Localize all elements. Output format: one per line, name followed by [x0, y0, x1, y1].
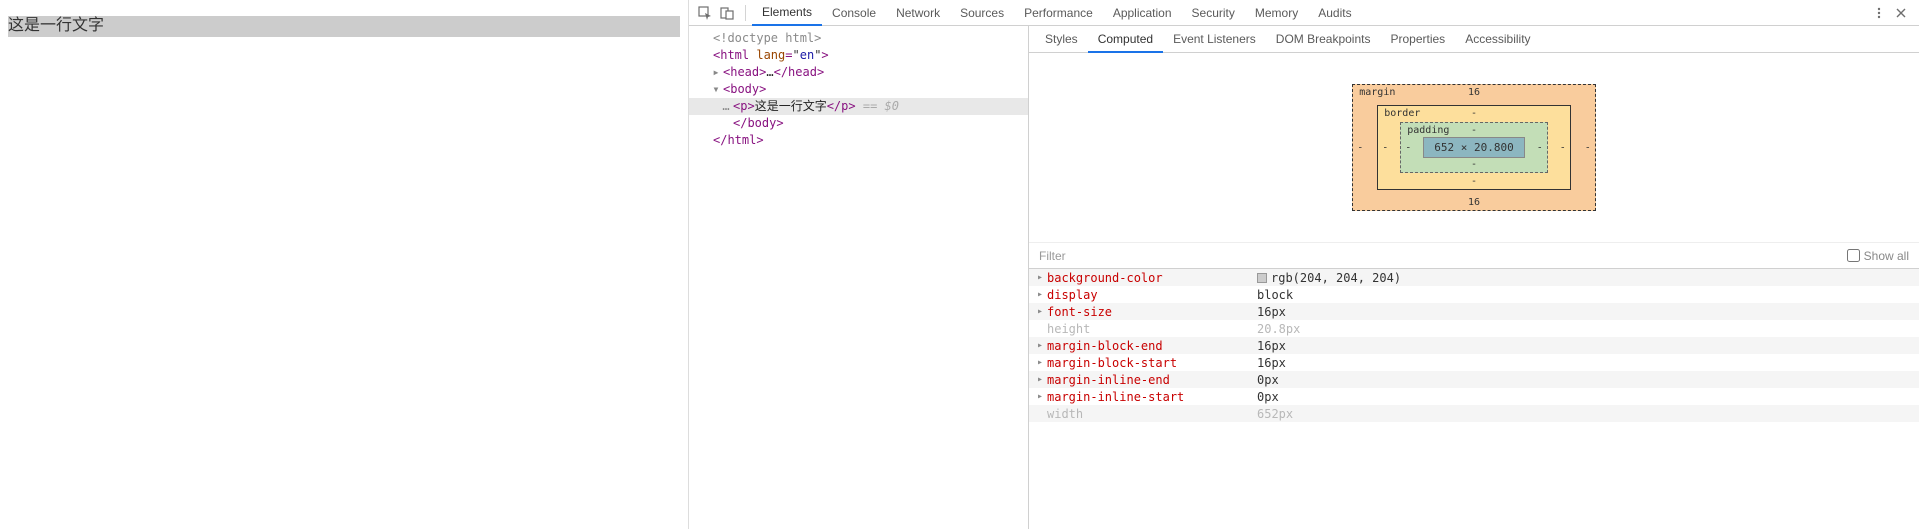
dom-line: </html>: [689, 132, 1028, 149]
property-name: background-color: [1047, 271, 1257, 285]
dom-tree-panel[interactable]: <!doctype html> <html lang="en"> ▸<head>…: [689, 26, 1029, 529]
tab-elements[interactable]: Elements: [752, 0, 822, 26]
expand-triangle-icon[interactable]: ▸: [1037, 272, 1047, 283]
property-value: 16px: [1257, 305, 1911, 319]
device-toolbar-icon[interactable]: [717, 3, 737, 23]
tab-memory[interactable]: Memory: [1245, 0, 1308, 26]
expand-triangle-icon[interactable]: ▸: [1037, 357, 1047, 368]
property-name: display: [1047, 288, 1257, 302]
show-all-checkbox[interactable]: [1847, 249, 1860, 262]
tab-application[interactable]: Application: [1103, 0, 1182, 26]
close-icon[interactable]: [1891, 3, 1911, 23]
tab-sources[interactable]: Sources: [950, 0, 1014, 26]
property-name: margin-block-start: [1047, 356, 1257, 370]
property-value: 16px: [1257, 356, 1911, 370]
box-model-content: 652 × 20.800: [1423, 137, 1524, 158]
computed-property-row[interactable]: ▸margin-inline-start0px: [1029, 388, 1919, 405]
property-name: margin-inline-start: [1047, 390, 1257, 404]
computed-property-row[interactable]: ▸margin-block-start16px: [1029, 354, 1919, 371]
styles-sidebar: Styles Computed Event Listeners DOM Brea…: [1029, 26, 1919, 529]
box-model-margin-label: margin: [1359, 87, 1395, 98]
computed-property-row[interactable]: height20.8px: [1029, 320, 1919, 337]
computed-properties-list[interactable]: ▸background-colorrgb(204, 204, 204)▸disp…: [1029, 269, 1919, 529]
tab-security[interactable]: Security: [1182, 0, 1245, 26]
expand-triangle-icon[interactable]: ▸: [1037, 374, 1047, 385]
toolbar-separator: [745, 5, 746, 21]
dom-line: <html lang="en">: [689, 47, 1028, 64]
rendered-page: 这是一行文字: [0, 0, 688, 529]
kebab-menu-icon[interactable]: [1869, 3, 1889, 23]
devtools-panel: Elements Console Network Sources Perform…: [688, 0, 1919, 529]
devtools-toolbar: Elements Console Network Sources Perform…: [689, 0, 1919, 26]
filter-input[interactable]: Filter: [1039, 249, 1066, 263]
styles-tab-accessibility[interactable]: Accessibility: [1455, 26, 1540, 53]
styles-tab-dom-breakpoints[interactable]: DOM Breakpoints: [1266, 26, 1381, 53]
box-model-diagram[interactable]: margin 16 16 - - border - - - - padding …: [1029, 53, 1919, 243]
tab-audits[interactable]: Audits: [1308, 0, 1361, 26]
styles-tab-computed[interactable]: Computed: [1088, 26, 1163, 53]
property-value: 20.8px: [1257, 322, 1911, 336]
styles-tabs: Styles Computed Event Listeners DOM Brea…: [1029, 26, 1919, 53]
dom-line-selected[interactable]: …<p>这是一行文字</p> == $0: [689, 98, 1028, 115]
box-model-border-label: border: [1384, 108, 1420, 119]
dom-line: ▾<body>: [689, 81, 1028, 98]
property-name: margin-inline-end: [1047, 373, 1257, 387]
property-value: 652px: [1257, 407, 1911, 421]
computed-property-row[interactable]: ▸margin-inline-end0px: [1029, 371, 1919, 388]
tab-network[interactable]: Network: [886, 0, 950, 26]
box-model-padding-label: padding: [1407, 125, 1449, 136]
dom-line: </body>: [689, 115, 1028, 132]
sample-paragraph[interactable]: 这是一行文字: [8, 16, 680, 37]
dom-line: <!doctype html>: [689, 30, 1028, 47]
property-value: 16px: [1257, 339, 1911, 353]
property-value: 0px: [1257, 373, 1911, 387]
tab-performance[interactable]: Performance: [1014, 0, 1103, 26]
computed-property-row[interactable]: ▸margin-block-end16px: [1029, 337, 1919, 354]
property-value: block: [1257, 288, 1911, 302]
expand-triangle-icon[interactable]: ▸: [1037, 289, 1047, 300]
styles-tab-event-listeners[interactable]: Event Listeners: [1163, 26, 1266, 53]
styles-tab-styles[interactable]: Styles: [1035, 26, 1088, 53]
show-all-label: Show all: [1864, 249, 1909, 263]
expand-triangle-icon[interactable]: ▸: [1037, 391, 1047, 402]
computed-property-row[interactable]: ▸displayblock: [1029, 286, 1919, 303]
property-value: 0px: [1257, 390, 1911, 404]
property-name: width: [1047, 407, 1257, 421]
expand-triangle-icon[interactable]: ▸: [1037, 340, 1047, 351]
tab-console[interactable]: Console: [822, 0, 886, 26]
property-name: height: [1047, 322, 1257, 336]
property-name: margin-block-end: [1047, 339, 1257, 353]
styles-tab-properties[interactable]: Properties: [1380, 26, 1455, 53]
computed-property-row[interactable]: ▸background-colorrgb(204, 204, 204): [1029, 269, 1919, 286]
computed-property-row[interactable]: ▸font-size16px: [1029, 303, 1919, 320]
property-name: font-size: [1047, 305, 1257, 319]
computed-property-row[interactable]: width652px: [1029, 405, 1919, 422]
property-value: rgb(204, 204, 204): [1257, 271, 1911, 285]
dom-line: ▸<head>…</head>: [689, 64, 1028, 81]
computed-filter-bar: Filter Show all: [1029, 243, 1919, 269]
expand-triangle-icon[interactable]: ▸: [1037, 306, 1047, 317]
color-swatch-icon[interactable]: [1257, 273, 1267, 283]
inspect-element-icon[interactable]: [695, 3, 715, 23]
